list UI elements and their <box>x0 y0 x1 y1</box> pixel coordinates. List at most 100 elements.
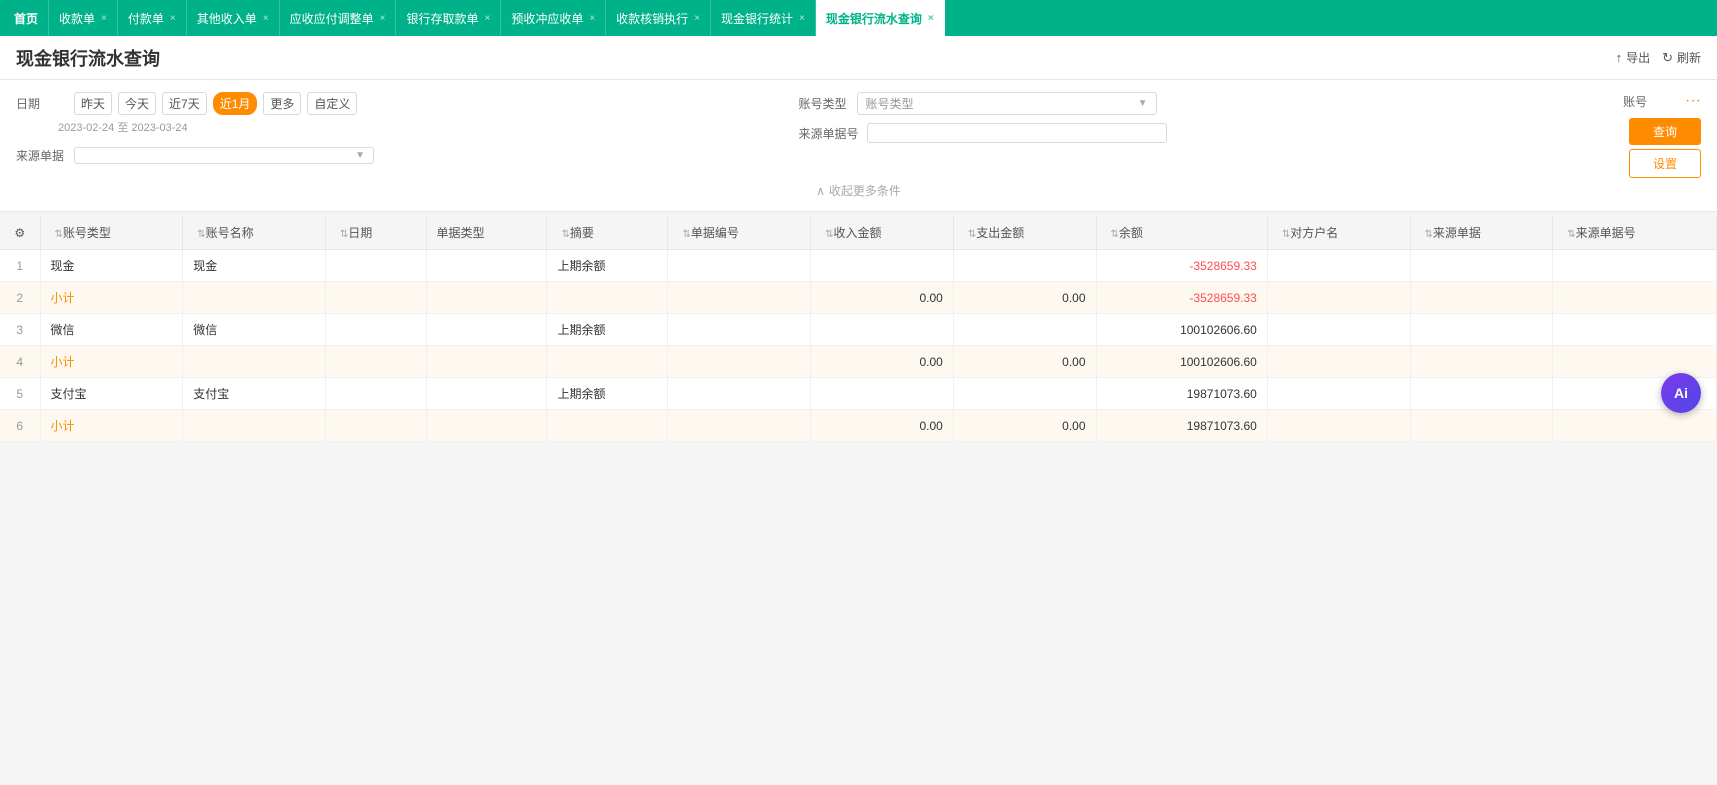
table-row: 1 现金 现金 上期余额 -3528659.33 <box>0 250 1717 282</box>
table-header: ⚙ ⇅账号类型 ⇅账号名称 ⇅日期 单据类型 ⇅摘要 ⇅单据编号 <box>0 216 1717 250</box>
row-expense <box>953 250 1096 282</box>
nav-tab-cash-flow[interactable]: 现金银行流水查询 × <box>816 0 945 36</box>
row-balance: 19871073.60 <box>1096 410 1267 442</box>
date-filter-field: 日期 昨天 今天 近7天 近1月 更多 自定义 <box>16 92 791 115</box>
nav-tab-home-label: 首页 <box>14 10 38 27</box>
account-type-select[interactable]: 账号类型 ▼ <box>857 92 1157 115</box>
date-range-display: 2023-02-24 至 2023-03-24 <box>58 122 188 134</box>
row-account-name <box>183 410 326 442</box>
col-sort-icon-expense[interactable]: ⇅ <box>968 229 976 240</box>
row-doc-num <box>668 378 811 410</box>
header-actions: ↑ 导出 ↻ 刷新 <box>1616 49 1701 66</box>
row-date <box>325 378 426 410</box>
nav-tab-verify[interactable]: 收款核销执行 × <box>606 0 711 36</box>
refresh-button[interactable]: ↻ 刷新 <box>1662 49 1701 66</box>
nav-tab-cash-flow-close[interactable]: × <box>928 13 934 24</box>
nav-tab-home[interactable]: 首页 <box>4 0 49 36</box>
row-doc-num <box>668 250 811 282</box>
col-sort-icon-balance[interactable]: ⇅ <box>1111 229 1119 240</box>
row-doc-type <box>426 250 547 282</box>
nav-tab-payments[interactable]: 付款单 × <box>118 0 187 36</box>
collapse-label: 收起更多条件 <box>829 182 901 199</box>
row-account-name: 支付宝 <box>183 378 326 410</box>
table-row: 6 小计 0.00 0.00 19871073.60 <box>0 410 1717 442</box>
nav-tab-prepay-close[interactable]: × <box>589 13 595 24</box>
col-sort-icon-source-doc[interactable]: ⇅ <box>1425 229 1433 240</box>
nav-tab-adjustment-close[interactable]: × <box>380 13 386 24</box>
nav-tab-cash-bank-stats[interactable]: 现金银行统计 × <box>711 0 816 36</box>
nav-tab-other-income-close[interactable]: × <box>263 13 269 24</box>
col-header-balance: ⇅余额 <box>1096 216 1267 250</box>
row-expense: 0.00 <box>953 346 1096 378</box>
nav-tab-payments-close[interactable]: × <box>170 13 176 24</box>
nav-tab-receipts[interactable]: 收款单 × <box>49 0 118 36</box>
row-income: 0.00 <box>811 346 954 378</box>
col-header-doc-num: ⇅单据编号 <box>668 216 811 250</box>
nav-tab-adjustment[interactable]: 应收应付调整单 × <box>280 0 397 36</box>
col-sort-icon-summary[interactable]: ⇅ <box>561 229 569 240</box>
settings-button[interactable]: 设置 <box>1629 149 1701 178</box>
row-doc-type <box>426 378 547 410</box>
col-header-summary: ⇅摘要 <box>547 216 668 250</box>
row-date <box>325 346 426 378</box>
row-account-type: 小计 <box>40 282 183 314</box>
col-header-source-doc: ⇅来源单据 <box>1410 216 1553 250</box>
account-dots-button[interactable]: ··· <box>1685 92 1701 110</box>
date-btn-today[interactable]: 今天 <box>118 92 156 115</box>
query-button[interactable]: 查询 <box>1629 118 1701 145</box>
row-counterpart <box>1267 282 1410 314</box>
row-balance: -3528659.33 <box>1096 282 1267 314</box>
row-account-name <box>183 282 326 314</box>
col-sort-icon-account-type[interactable]: ⇅ <box>55 229 63 240</box>
nav-tab-other-income[interactable]: 其他收入单 × <box>187 0 280 36</box>
table-container: ⚙ ⇅账号类型 ⇅账号名称 ⇅日期 单据类型 ⇅摘要 ⇅单据编号 <box>0 216 1717 442</box>
col-sort-icon-account-name[interactable]: ⇅ <box>197 229 205 240</box>
col-header-income: ⇅收入金额 <box>811 216 954 250</box>
refresh-icon: ↻ <box>1662 50 1673 66</box>
row-doc-type <box>426 346 547 378</box>
date-btn-custom[interactable]: 自定义 <box>307 92 357 115</box>
col-sort-icon-doc-num[interactable]: ⇅ <box>682 229 690 240</box>
ai-assistant-button[interactable]: Ai <box>1661 373 1701 413</box>
source-doc-num-input[interactable] <box>867 123 1167 143</box>
date-btn-yesterday[interactable]: 昨天 <box>74 92 112 115</box>
nav-tab-bank-deposit-close[interactable]: × <box>484 13 490 24</box>
nav-tab-bank-deposit-label: 银行存取款单 <box>406 10 478 27</box>
date-btn-7days[interactable]: 近7天 <box>162 92 207 115</box>
settings-column-header[interactable]: ⚙ <box>0 216 40 250</box>
row-doc-num <box>668 410 811 442</box>
nav-tab-prepay[interactable]: 预收冲应收单 × <box>501 0 606 36</box>
source-doc-filter-field: 来源单据 ▼ <box>16 147 791 164</box>
date-label: 日期 <box>16 95 66 112</box>
nav-tab-verify-close[interactable]: × <box>694 13 700 24</box>
col-sort-icon-source-doc-num[interactable]: ⇅ <box>1567 229 1575 240</box>
col-sort-icon-counterpart[interactable]: ⇅ <box>1282 229 1290 240</box>
row-account-name: 微信 <box>183 314 326 346</box>
row-expense: 0.00 <box>953 410 1096 442</box>
row-doc-type <box>426 410 547 442</box>
nav-tab-bank-deposit[interactable]: 银行存取款单 × <box>396 0 501 36</box>
row-summary <box>547 282 668 314</box>
row-counterpart <box>1267 250 1410 282</box>
row-date <box>325 410 426 442</box>
col-header-account-type: ⇅账号类型 <box>40 216 183 250</box>
collapse-up-icon: ∧ <box>816 184 825 198</box>
col-header-account-name: ⇅账号名称 <box>183 216 326 250</box>
row-doc-num <box>668 282 811 314</box>
nav-tab-other-income-label: 其他收入单 <box>197 10 257 27</box>
date-btn-1month[interactable]: 近1月 <box>213 92 258 115</box>
row-num-cell: 1 <box>0 250 40 282</box>
row-source-doc-num <box>1553 314 1717 346</box>
row-summary <box>547 410 668 442</box>
source-doc-select[interactable]: ▼ <box>74 147 374 164</box>
row-account-type: 小计 <box>40 410 183 442</box>
nav-tab-receipts-close[interactable]: × <box>101 13 107 24</box>
nav-tab-cash-bank-stats-close[interactable]: × <box>799 13 805 24</box>
settings-gear-icon: ⚙ <box>14 226 25 240</box>
col-sort-icon-date[interactable]: ⇅ <box>340 229 348 240</box>
col-sort-icon-income[interactable]: ⇅ <box>825 229 833 240</box>
export-button[interactable]: ↑ 导出 <box>1616 49 1651 66</box>
date-btn-more[interactable]: 更多 <box>263 92 301 115</box>
collapse-bar[interactable]: ∧ 收起更多条件 <box>16 178 1701 203</box>
filter-col-left: 日期 昨天 今天 近7天 近1月 更多 自定义 2023-02-24 至 202… <box>16 92 791 164</box>
